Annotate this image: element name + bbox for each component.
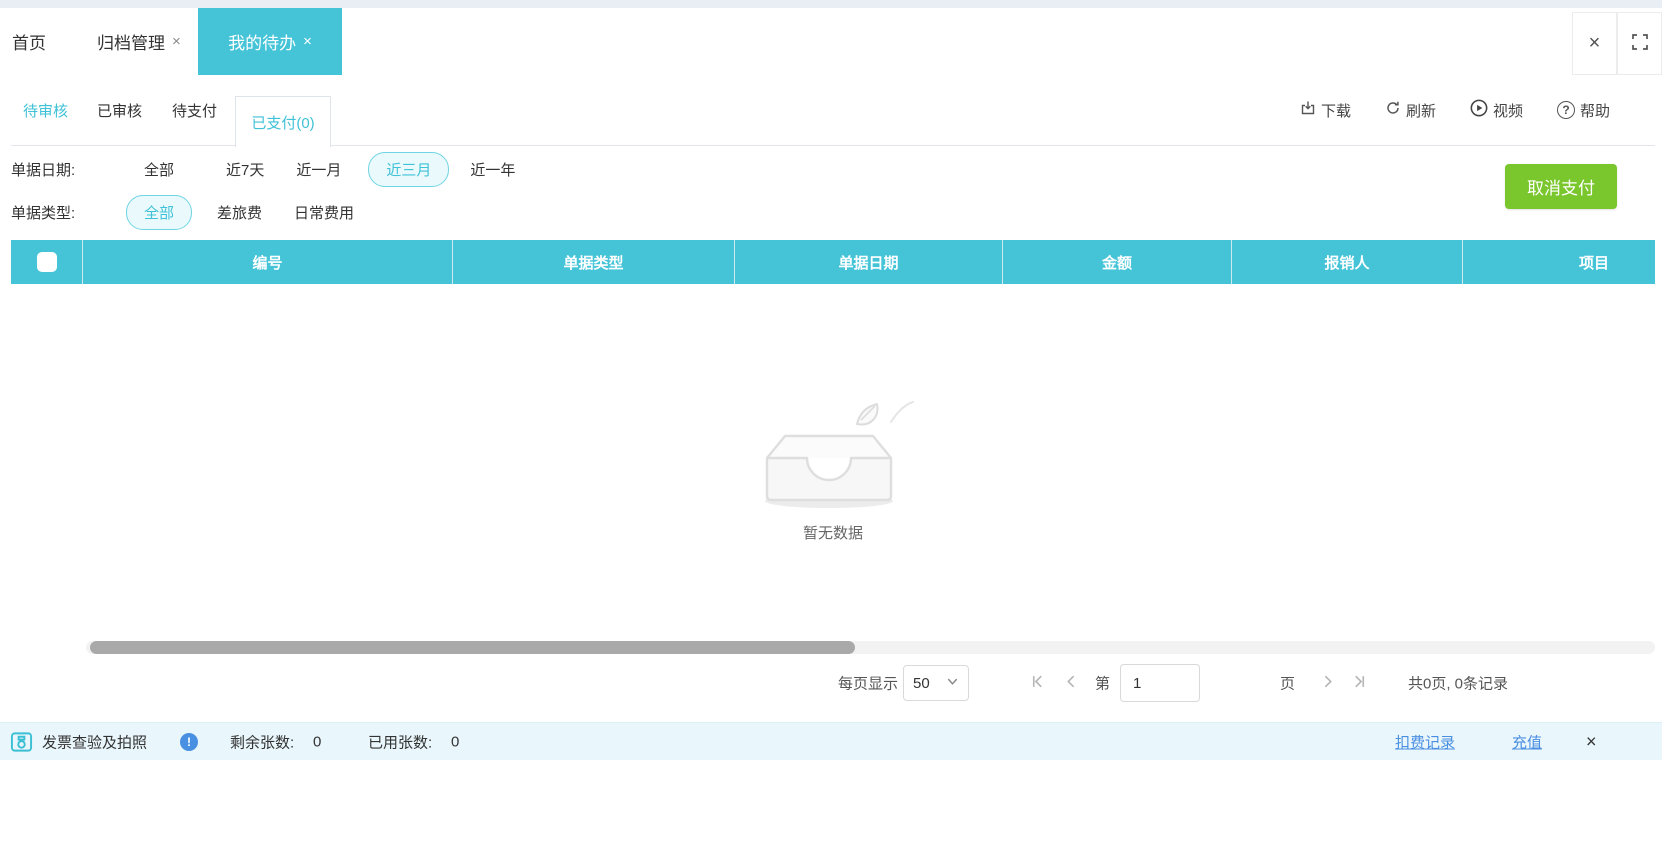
- next-page-icon: [1324, 675, 1332, 688]
- chevron-down-icon: [946, 675, 959, 692]
- remaining-count-value: 0: [313, 733, 322, 750]
- refresh-label: 刷新: [1405, 102, 1436, 120]
- invoice-check-title: 发票查验及拍照: [42, 734, 148, 751]
- previous-page-button[interactable]: [1062, 672, 1081, 694]
- fullscreen-icon: [1631, 33, 1649, 55]
- filter-date-last1m[interactable]: 近一月: [296, 159, 341, 180]
- nav-tab-label: 我的待办: [228, 34, 297, 53]
- column-header-number: 编号: [83, 240, 453, 284]
- play-video-icon: [1470, 99, 1488, 121]
- filter-row-type: 单据类型: 全部 差旅费 日常费用: [11, 190, 354, 234]
- filter-type-all-selected[interactable]: 全部: [126, 194, 193, 230]
- empty-text: 暂无数据: [802, 525, 863, 542]
- pagination-bar: 每页显示 50 第 页: [0, 662, 1662, 704]
- refresh-button[interactable]: 刷新: [1385, 100, 1436, 121]
- nav-tab-label: 首页: [12, 34, 46, 53]
- filter-date-last1y[interactable]: 近一年: [470, 159, 515, 180]
- invoice-footer-bar: 发票查验及拍照 ! 剩余张数: 0 已用张数: 0 扣费记录 充值 ×: [0, 722, 1662, 760]
- page-number-input[interactable]: [1120, 664, 1200, 702]
- filter-type-travel[interactable]: 差旅费: [217, 202, 262, 223]
- close-panel-button[interactable]: ×: [1572, 12, 1617, 75]
- empty-state: 暂无数据: [745, 382, 921, 543]
- column-header-doc-date: 单据日期: [735, 240, 1003, 284]
- tab-label: 已审核: [97, 102, 143, 120]
- filter-type-label: 单据类型:: [11, 204, 76, 222]
- filter-date-label: 单据日期:: [11, 161, 76, 179]
- info-icon[interactable]: !: [180, 732, 198, 751]
- last-page-icon: [1355, 675, 1365, 688]
- column-header-claimant: 报销人: [1232, 240, 1463, 284]
- help-label: 帮助: [1579, 102, 1610, 120]
- tab-label: 待支付: [172, 102, 218, 120]
- close-tab-icon[interactable]: ×: [172, 33, 181, 50]
- download-button[interactable]: 下载: [1300, 100, 1351, 121]
- fee-records-link[interactable]: 扣费记录: [1395, 731, 1455, 752]
- first-page-button[interactable]: [1028, 672, 1047, 694]
- filter-date-last3m-selected[interactable]: 近三月: [368, 151, 450, 187]
- page-suffix-label: 页: [1280, 675, 1296, 693]
- used-count-label: 已用张数:: [368, 734, 433, 751]
- page-toolbar: 下载 刷新 视频 ? 帮助: [1300, 75, 1610, 145]
- tab-pending-payment[interactable]: 待支付: [172, 75, 217, 145]
- horizontal-scrollbar-track[interactable]: [86, 641, 1655, 654]
- per-page-select[interactable]: 50: [903, 665, 969, 701]
- close-icon: ×: [1588, 32, 1601, 54]
- total-records-text: 共0页, 0条记录: [1408, 675, 1509, 693]
- next-page-button[interactable]: [1318, 672, 1337, 694]
- invoice-camera-icon: [10, 730, 33, 753]
- tab-label: 待审核: [23, 102, 69, 120]
- empty-drawer-icon: [765, 401, 914, 508]
- download-label: 下载: [1320, 102, 1351, 120]
- nav-tab-label: 归档管理: [97, 34, 165, 53]
- first-page-icon: [1032, 675, 1042, 688]
- help-button[interactable]: ? 帮助: [1556, 100, 1610, 121]
- filter-row-date: 单据日期: 全部 近7天 近一月 近三月 近一年: [11, 147, 515, 191]
- recharge-link[interactable]: 充值: [1512, 731, 1542, 752]
- column-header-amount: 金额: [1003, 240, 1232, 284]
- used-count-value: 0: [451, 733, 460, 750]
- window-controls: ×: [1572, 12, 1662, 75]
- video-label: 视频: [1492, 102, 1523, 120]
- download-icon: [1300, 100, 1316, 120]
- top-strip: [0, 0, 1662, 8]
- per-page-value: 50: [913, 674, 930, 692]
- footer-close-icon[interactable]: ×: [1586, 731, 1597, 752]
- filter-panel: 单据日期: 全部 近7天 近一月 近三月 近一年 单据类型: 全部 差旅费 日常…: [11, 146, 1655, 240]
- table-header: 编号 单据类型 单据日期 金额 报销人 项目: [11, 240, 1655, 284]
- select-all-checkbox[interactable]: [36, 252, 57, 272]
- refresh-icon: [1385, 100, 1401, 120]
- nav-tab-bar: 首页 归档管理 × 我的待办 × ×: [0, 8, 1662, 75]
- nav-tab-home[interactable]: 首页: [12, 8, 46, 75]
- nav-tab-archive[interactable]: 归档管理 ×: [97, 8, 181, 75]
- per-page-label: 每页显示: [838, 675, 899, 693]
- select-all-cell: [11, 240, 83, 284]
- video-button[interactable]: 视频: [1470, 99, 1523, 121]
- remaining-count-label: 剩余张数:: [230, 734, 295, 751]
- column-header-project: 项目: [1578, 254, 1609, 272]
- help-icon: ?: [1556, 101, 1575, 119]
- tab-label: 已支付(0): [251, 114, 315, 132]
- filter-date-all[interactable]: 全部: [144, 159, 174, 180]
- previous-page-icon: [1067, 675, 1075, 688]
- tab-paid-active[interactable]: 已支付(0): [235, 96, 331, 147]
- column-header-doc-type: 单据类型: [453, 240, 735, 284]
- tab-reviewed[interactable]: 已审核: [97, 75, 142, 145]
- horizontal-scrollbar-thumb[interactable]: [90, 641, 855, 654]
- app-window: 首页 归档管理 × 我的待办 × × 待审核 已审核 待支付 已支付(0) 下载…: [0, 0, 1662, 843]
- fullscreen-button[interactable]: [1617, 12, 1662, 75]
- status-tab-bar: 待审核 已审核 待支付 已支付(0) 下载 刷新 视频 ? 帮助: [11, 75, 1655, 147]
- filter-type-daily[interactable]: 日常费用: [294, 202, 354, 223]
- last-page-button[interactable]: [1350, 672, 1369, 694]
- filter-date-last7d[interactable]: 近7天: [226, 159, 264, 180]
- page-prefix-label: 第: [1095, 675, 1111, 693]
- cancel-payment-button[interactable]: 取消支付: [1505, 164, 1617, 209]
- nav-tab-my-todo[interactable]: 我的待办 ×: [198, 8, 342, 75]
- tab-pending-review[interactable]: 待审核: [23, 75, 68, 145]
- close-tab-icon[interactable]: ×: [303, 33, 312, 50]
